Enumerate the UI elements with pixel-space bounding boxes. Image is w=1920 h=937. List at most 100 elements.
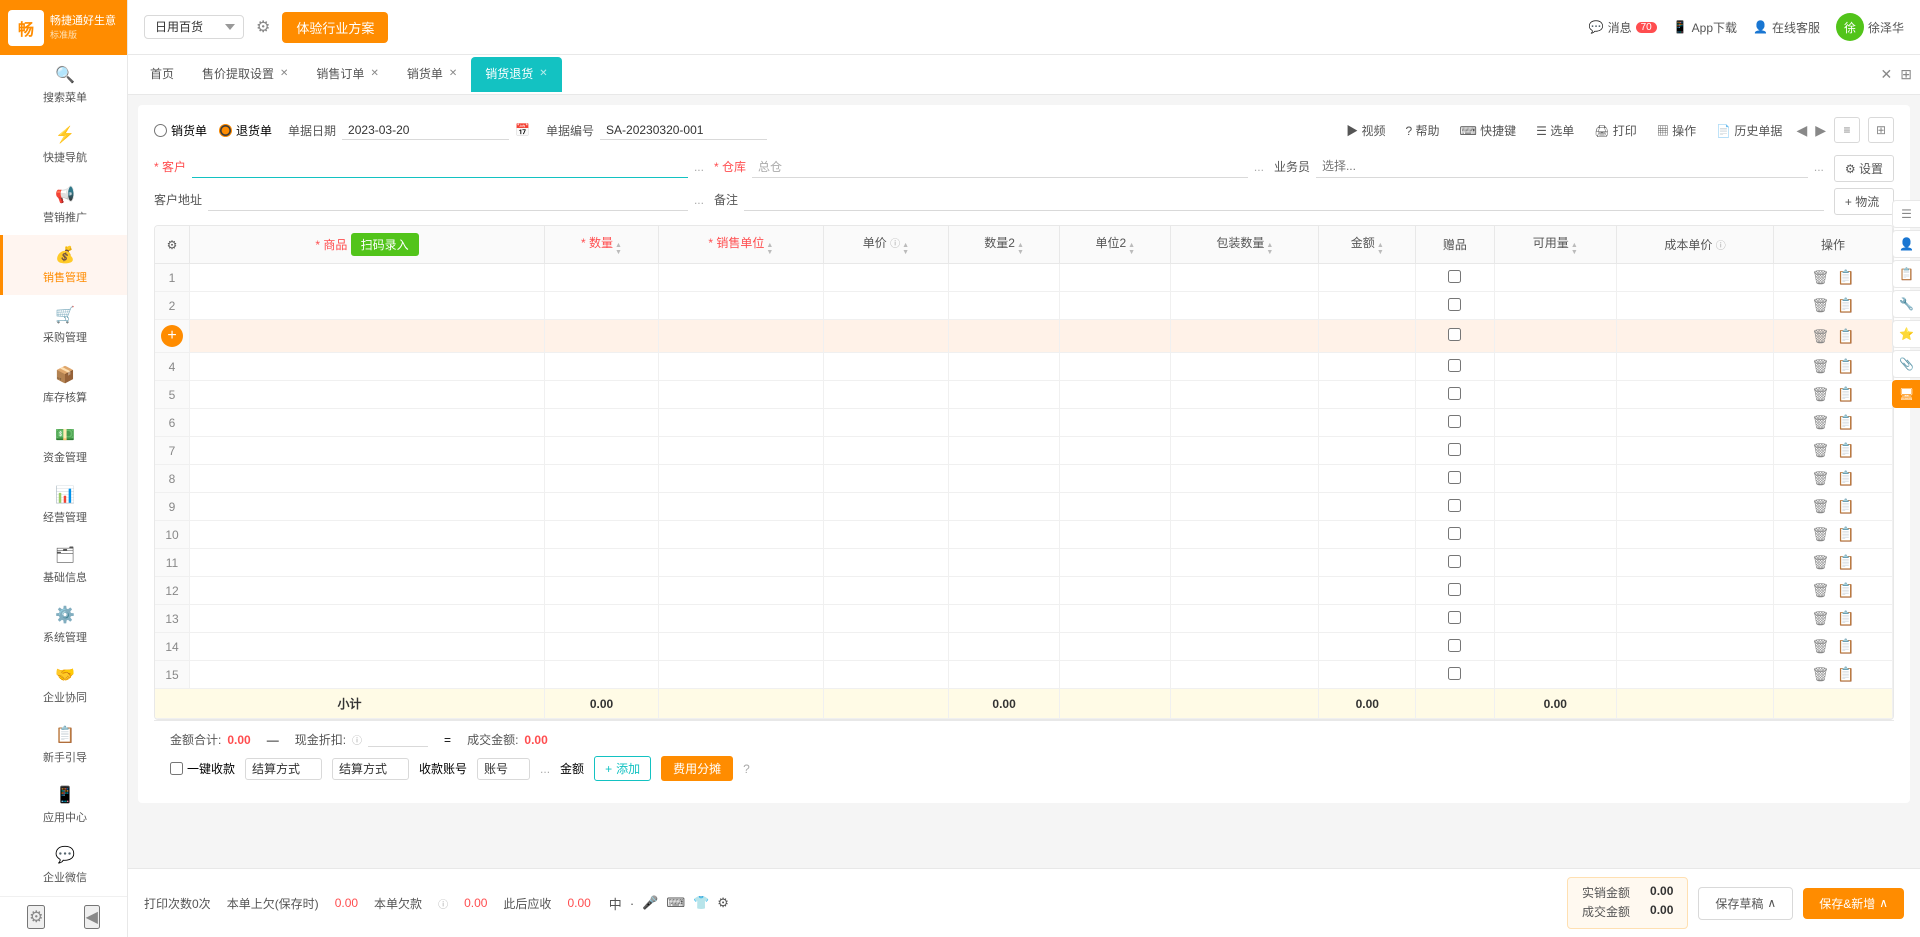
float-btn-2[interactable]: 👤 <box>1892 230 1920 258</box>
account-ellipsis[interactable]: ... <box>540 762 550 776</box>
cell-qty-6[interactable] <box>545 409 659 437</box>
cell-unit2-7[interactable] <box>1060 437 1171 465</box>
sidebar-collapse-btn[interactable]: ◀ <box>84 905 100 929</box>
help-btn[interactable]: ? 帮助 <box>1399 119 1445 142</box>
tab-price-close[interactable]: ✕ <box>280 68 288 79</box>
pack-sort[interactable]: ▲▼ <box>1266 242 1273 256</box>
salesperson-input[interactable] <box>1316 155 1808 178</box>
ime-mic-btn[interactable]: 🎤 <box>640 893 660 913</box>
sidebar-item-wechat[interactable]: 💬 企业微信 <box>0 835 127 895</box>
cell-gift-5[interactable] <box>1416 381 1494 409</box>
cell-gift-4[interactable] <box>1416 353 1494 381</box>
ime-tshirt-btn[interactable]: 👕 <box>691 893 711 913</box>
cell-qty-10[interactable] <box>545 521 659 549</box>
float-btn-5[interactable]: ⭐ <box>1892 320 1920 348</box>
salesperson-ellipsis[interactable]: ... <box>1814 160 1824 174</box>
sidebar-item-purchase[interactable]: 🛒 采购管理 <box>0 295 127 355</box>
cell-avail-6[interactable] <box>1494 409 1616 437</box>
cell-avail-8[interactable] <box>1494 465 1616 493</box>
cell-qty-7[interactable] <box>545 437 659 465</box>
cell-price-15[interactable] <box>823 661 948 689</box>
cell-cost-14[interactable] <box>1617 633 1774 661</box>
cell-unit-14[interactable] <box>659 633 824 661</box>
cell-qty2-3[interactable] <box>949 320 1060 353</box>
calc-detail-select[interactable]: 结算方式 <box>332 758 409 780</box>
delete-icon-9[interactable]: 🗑 <box>1811 498 1829 515</box>
trial-btn[interactable]: 体验行业方案 <box>282 12 388 43</box>
cell-unit-5[interactable] <box>659 381 824 409</box>
cell-gift-14[interactable] <box>1416 633 1494 661</box>
cell-amount-1[interactable] <box>1319 264 1416 292</box>
cell-amount-4[interactable] <box>1319 353 1416 381</box>
cell-amount-12[interactable] <box>1319 577 1416 605</box>
cell-price-6[interactable] <box>823 409 948 437</box>
cell-product-5[interactable] <box>190 381 545 409</box>
logistics-btn[interactable]: + 物流 <box>1834 188 1894 215</box>
address-ellipsis[interactable]: ... <box>694 193 704 207</box>
cell-pack-6[interactable] <box>1171 409 1319 437</box>
radio-sales[interactable]: 销货单 <box>154 122 207 139</box>
delete-icon-2[interactable]: 🗑 <box>1811 297 1829 314</box>
cell-unit2-4[interactable] <box>1060 353 1171 381</box>
tab-sales[interactable]: 销货单 ✕ <box>393 57 471 92</box>
calc-method-select[interactable]: 结算方式 <box>245 758 322 780</box>
copy-icon-6[interactable]: 📋 <box>1837 414 1854 431</box>
cell-unit-13[interactable] <box>659 605 824 633</box>
cell-unit-9[interactable] <box>659 493 824 521</box>
cell-pack-1[interactable] <box>1171 264 1319 292</box>
cell-gift-8[interactable] <box>1416 465 1494 493</box>
cell-pack-2[interactable] <box>1171 292 1319 320</box>
shortcut-btn[interactable]: ⌨ 快捷键 <box>1453 119 1522 142</box>
cell-unit-11[interactable] <box>659 549 824 577</box>
cell-price-1[interactable] <box>823 264 948 292</box>
cell-cost-13[interactable] <box>1617 605 1774 633</box>
cell-product-6[interactable] <box>190 409 545 437</box>
cell-gift-3[interactable] <box>1416 320 1494 353</box>
cell-avail-15[interactable] <box>1494 661 1616 689</box>
cell-pack-10[interactable] <box>1171 521 1319 549</box>
copy-icon-4[interactable]: 📋 <box>1837 358 1854 375</box>
cell-pack-3[interactable] <box>1171 320 1319 353</box>
cell-avail-5[interactable] <box>1494 381 1616 409</box>
delete-icon-10[interactable]: 🗑 <box>1811 526 1829 543</box>
sidebar-item-guide[interactable]: 📋 新手引导 <box>0 715 127 775</box>
cell-qty-1[interactable] <box>545 264 659 292</box>
cell-cost-3[interactable] <box>1617 320 1774 353</box>
cell-qty-12[interactable] <box>545 577 659 605</box>
copy-icon-5[interactable]: 📋 <box>1837 386 1854 403</box>
cell-qty-2[interactable] <box>545 292 659 320</box>
delete-icon-8[interactable]: 🗑 <box>1811 470 1829 487</box>
cell-amount-10[interactable] <box>1319 521 1416 549</box>
ime-kb-btn[interactable]: ⌨ <box>664 893 687 913</box>
copy-icon-13[interactable]: 📋 <box>1837 610 1854 627</box>
delete-icon-15[interactable]: 🗑 <box>1811 666 1829 683</box>
list-view-btn[interactable]: ≡ <box>1834 117 1860 143</box>
cell-product-10[interactable] <box>190 521 545 549</box>
note-input[interactable] <box>744 188 1824 211</box>
cell-price-4[interactable] <box>823 353 948 381</box>
sidebar-settings-btn[interactable]: ⚙ <box>27 905 45 929</box>
cell-product-13[interactable] <box>190 605 545 633</box>
copy-icon-12[interactable]: 📋 <box>1837 582 1854 599</box>
cell-unit-3[interactable] <box>659 320 824 353</box>
split-btn[interactable]: 费用分摊 <box>661 756 733 781</box>
sidebar-item-search[interactable]: 🔍 搜索菜单 <box>0 55 127 115</box>
app-download-btn[interactable]: 📱 App下载 <box>1673 19 1737 36</box>
cell-pack-11[interactable] <box>1171 549 1319 577</box>
cell-gift-7[interactable] <box>1416 437 1494 465</box>
cell-gift-9[interactable] <box>1416 493 1494 521</box>
cell-qty2-6[interactable] <box>949 409 1060 437</box>
cell-gift-15[interactable] <box>1416 661 1494 689</box>
history-btn[interactable]: 📄 历史单据 <box>1710 119 1788 142</box>
cell-qty2-8[interactable] <box>949 465 1060 493</box>
cell-unit2-10[interactable] <box>1060 521 1171 549</box>
cell-price-8[interactable] <box>823 465 948 493</box>
section-select[interactable]: 日用百货 <box>144 15 244 39</box>
cell-gift-12[interactable] <box>1416 577 1494 605</box>
warehouse-ellipsis[interactable]: ... <box>1254 160 1264 174</box>
delete-icon-4[interactable]: 🗑 <box>1811 358 1829 375</box>
sidebar-item-corp[interactable]: 🤝 企业协同 <box>0 655 127 715</box>
cell-qty2-5[interactable] <box>949 381 1060 409</box>
cell-pack-7[interactable] <box>1171 437 1319 465</box>
cell-gift-1[interactable] <box>1416 264 1494 292</box>
